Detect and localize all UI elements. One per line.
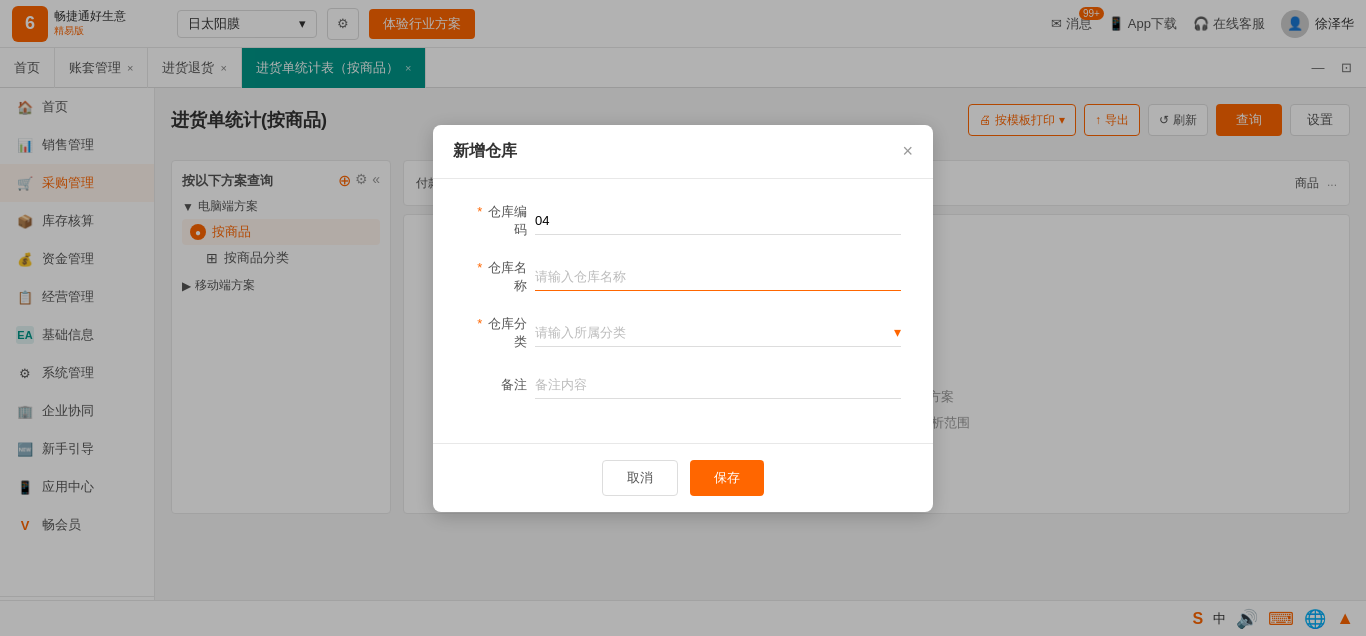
save-button[interactable]: 保存 bbox=[690, 460, 764, 496]
code-label: * 仓库编码 bbox=[465, 203, 535, 239]
warehouse-category-row: * 仓库分类 ▾ bbox=[465, 315, 901, 351]
warehouse-name-row: * 仓库名称 bbox=[465, 259, 901, 295]
warehouse-note-input[interactable] bbox=[535, 371, 901, 399]
note-label: 备注 bbox=[465, 376, 535, 394]
category-label: * 仓库分类 bbox=[465, 315, 535, 351]
modal-footer: 取消 保存 bbox=[433, 443, 933, 512]
modal-header: 新增仓库 × bbox=[433, 125, 933, 179]
category-select-wrap: ▾ bbox=[535, 318, 901, 347]
warehouse-code-row: * 仓库编码 bbox=[465, 203, 901, 239]
new-warehouse-modal: 新增仓库 × * 仓库编码 * 仓库名称 bbox=[433, 125, 933, 512]
cancel-button[interactable]: 取消 bbox=[602, 460, 678, 496]
modal-body: * 仓库编码 * 仓库名称 * bbox=[433, 179, 933, 443]
name-label: * 仓库名称 bbox=[465, 259, 535, 295]
warehouse-category-input[interactable] bbox=[535, 325, 894, 340]
warehouse-name-input[interactable] bbox=[535, 263, 901, 291]
modal-close-button[interactable]: × bbox=[902, 142, 913, 160]
category-dropdown-arrow[interactable]: ▾ bbox=[894, 324, 901, 340]
modal-title: 新增仓库 bbox=[453, 141, 517, 162]
warehouse-note-row: 备注 bbox=[465, 371, 901, 399]
warehouse-code-input[interactable] bbox=[535, 207, 901, 235]
modal-overlay: 新增仓库 × * 仓库编码 * 仓库名称 bbox=[0, 0, 1366, 636]
